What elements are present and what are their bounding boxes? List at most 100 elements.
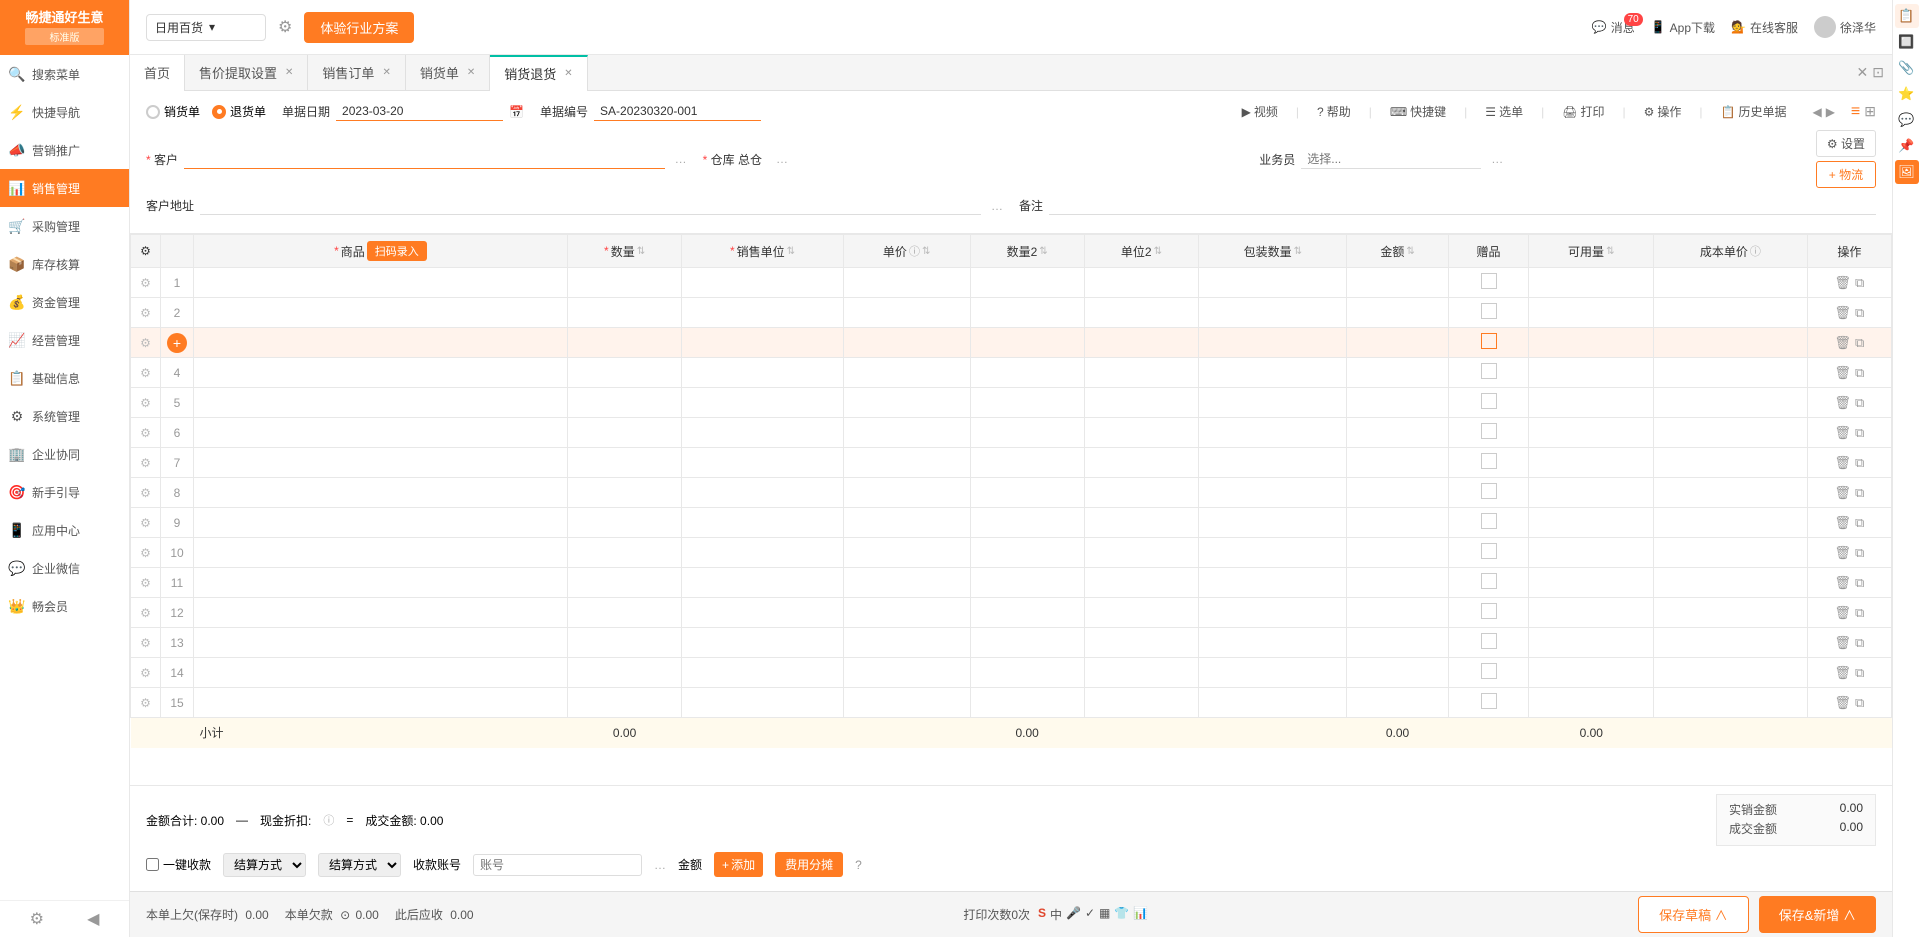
save-draft-btn[interactable]: 保存草稿 ∧ — [1638, 896, 1749, 933]
gift-checkbox[interactable] — [1481, 423, 1497, 439]
row-product-cell[interactable] — [194, 478, 568, 508]
row-qty2-cell[interactable] — [970, 478, 1084, 508]
copy-icon[interactable]: ⧉ — [1855, 665, 1864, 681]
row-price-cell[interactable] — [843, 298, 970, 328]
row-product-cell[interactable] — [194, 268, 568, 298]
row-unit2-cell[interactable] — [1084, 658, 1198, 688]
row-amount-cell[interactable] — [1347, 568, 1448, 598]
copy-icon[interactable]: ⧉ — [1855, 575, 1864, 591]
row-unit-cell[interactable] — [682, 598, 844, 628]
sidebar-item-basic[interactable]: 📋 基础信息 — [0, 359, 129, 397]
row-unit2-cell[interactable] — [1084, 418, 1198, 448]
row-pkg-qty-cell[interactable] — [1199, 628, 1347, 658]
row-cost-price-cell[interactable] — [1654, 538, 1808, 568]
calc-select[interactable]: 结算方式 — [318, 853, 401, 877]
sidebar-item-member[interactable]: 👑 畅会员 — [0, 587, 129, 625]
row-amount-cell[interactable] — [1347, 598, 1448, 628]
date-input[interactable] — [336, 102, 503, 121]
row-pkg-qty-cell[interactable] — [1199, 598, 1347, 628]
row-amount-cell[interactable] — [1347, 538, 1448, 568]
copy-icon[interactable]: ⧉ — [1855, 635, 1864, 651]
sidebar-item-search[interactable]: 🔍 搜索菜单 — [0, 55, 129, 93]
one-key-pay-checkbox[interactable]: 一键收款 — [146, 856, 211, 873]
delete-icon[interactable]: 🗑 — [1834, 395, 1851, 411]
row-cost-price-cell[interactable] — [1654, 478, 1808, 508]
close-window-icon[interactable]: ✕ — [1857, 64, 1869, 81]
row-amount-cell[interactable] — [1347, 388, 1448, 418]
row-cost-price-cell[interactable] — [1654, 328, 1808, 358]
view-list-icon[interactable]: ≡ — [1851, 103, 1860, 121]
delete-icon[interactable]: 🗑 — [1834, 635, 1851, 651]
row-amount-cell[interactable] — [1347, 448, 1448, 478]
row-qty2-cell[interactable] — [970, 508, 1084, 538]
gift-checkbox[interactable] — [1481, 273, 1497, 289]
row-product-cell[interactable] — [194, 298, 568, 328]
one-key-pay-check[interactable] — [146, 858, 159, 871]
row-gear-icon[interactable]: ⚙ — [140, 306, 151, 320]
row-qty-cell[interactable] — [567, 298, 681, 328]
row-gift-cell[interactable] — [1448, 478, 1529, 508]
qty-sort-icon[interactable]: ⇅ — [637, 246, 645, 257]
row-qty2-cell[interactable] — [970, 628, 1084, 658]
copy-icon[interactable]: ⧉ — [1855, 695, 1864, 711]
row-qty2-cell[interactable] — [970, 538, 1084, 568]
row-unit2-cell[interactable] — [1084, 388, 1198, 418]
row-unit2-cell[interactable] — [1084, 298, 1198, 328]
delete-icon[interactable]: 🗑 — [1834, 275, 1851, 291]
row-amount-cell[interactable] — [1347, 298, 1448, 328]
row-pkg-qty-cell[interactable] — [1199, 448, 1347, 478]
cost-price-info-icon[interactable]: ⓘ — [1750, 243, 1761, 259]
sidebar-item-marketing[interactable]: 📣 营销推广 — [0, 131, 129, 169]
tab-price-settings[interactable]: 售价提取设置 ✕ — [185, 55, 308, 91]
row-gift-cell[interactable] — [1448, 688, 1529, 718]
row-gift-cell[interactable] — [1448, 358, 1529, 388]
row-qty2-cell[interactable] — [970, 568, 1084, 598]
toolbar-select[interactable]: ☰ 选单 — [1479, 101, 1529, 122]
tab-sales-bill-close[interactable]: ✕ — [467, 67, 475, 78]
row-price-cell[interactable] — [843, 508, 970, 538]
row-gear-icon[interactable]: ⚙ — [140, 636, 151, 650]
row-price-cell[interactable] — [843, 568, 970, 598]
copy-icon[interactable]: ⧉ — [1855, 365, 1864, 381]
row-gear-icon[interactable]: ⚙ — [140, 456, 151, 470]
row-unit-cell[interactable] — [682, 628, 844, 658]
row-available-cell[interactable] — [1529, 388, 1654, 418]
qty2-sort-icon[interactable]: ⇅ — [1039, 246, 1047, 257]
row-qty-cell[interactable] — [567, 268, 681, 298]
delete-icon[interactable]: 🗑 — [1834, 455, 1851, 471]
toolbar-shortcuts[interactable]: ⌨ 快捷键 — [1384, 101, 1452, 122]
row-amount-cell[interactable] — [1347, 478, 1448, 508]
remark-input[interactable] — [1049, 196, 1876, 215]
row-qty2-cell[interactable] — [970, 448, 1084, 478]
radio-sales[interactable]: 销货单 — [146, 103, 200, 120]
row-unit2-cell[interactable] — [1084, 358, 1198, 388]
row-available-cell[interactable] — [1529, 688, 1654, 718]
row-pkg-qty-cell[interactable] — [1199, 298, 1347, 328]
row-available-cell[interactable] — [1529, 478, 1654, 508]
right-icon-2[interactable]: 🔲 — [1895, 30, 1919, 54]
row-available-cell[interactable] — [1529, 328, 1654, 358]
row-pkg-qty-cell[interactable] — [1199, 268, 1347, 298]
nav-prev-icon[interactable]: ◀ — [1812, 105, 1821, 119]
gift-checkbox[interactable] — [1481, 603, 1497, 619]
row-unit-cell[interactable] — [682, 568, 844, 598]
row-gear-icon[interactable]: ⚙ — [140, 486, 151, 500]
row-qty-cell[interactable] — [567, 328, 681, 358]
settings-btn[interactable]: ⚙ 设置 — [1816, 130, 1876, 157]
row-gear-icon[interactable]: ⚙ — [140, 576, 151, 590]
sidebar-item-enterprise[interactable]: 🏢 企业协同 — [0, 435, 129, 473]
row-unit2-cell[interactable] — [1084, 598, 1198, 628]
save-new-btn[interactable]: 保存&新增 ∧ — [1759, 896, 1876, 933]
tab-sales-bill[interactable]: 销货单 ✕ — [406, 55, 490, 91]
tab-sales-order[interactable]: 销售订单 ✕ — [308, 55, 405, 91]
row-gift-cell[interactable] — [1448, 448, 1529, 478]
user-menu[interactable]: 徐泽华 — [1814, 16, 1876, 38]
row-available-cell[interactable] — [1529, 598, 1654, 628]
row-price-cell[interactable] — [843, 628, 970, 658]
row-cost-price-cell[interactable] — [1654, 658, 1808, 688]
row-product-cell[interactable] — [194, 568, 568, 598]
row-qty2-cell[interactable] — [970, 688, 1084, 718]
address-dots[interactable]: … — [991, 199, 1003, 213]
row-pkg-qty-cell[interactable] — [1199, 658, 1347, 688]
row-qty-cell[interactable] — [567, 388, 681, 418]
